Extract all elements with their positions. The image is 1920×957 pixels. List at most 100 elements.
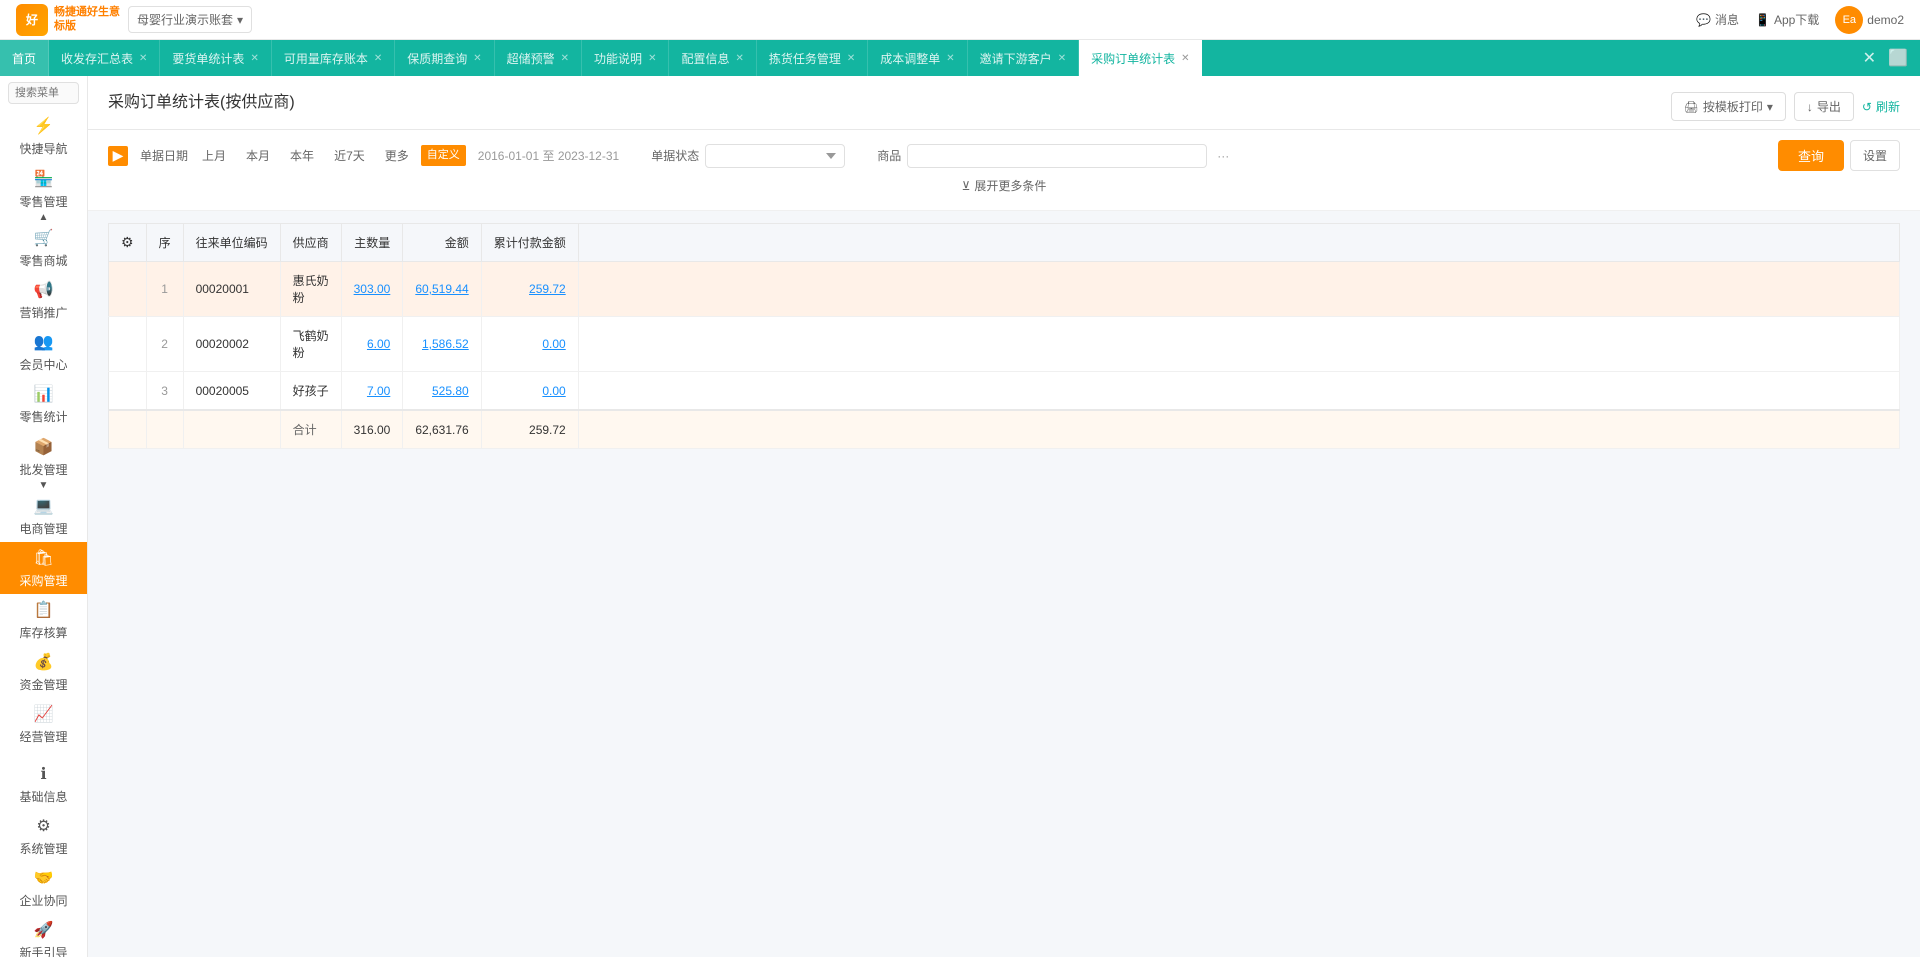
filter-top-row: ▶ 单据日期 上月 本月 本年 近7天 更多 自定义 2016-01-01 至 …	[108, 140, 1900, 171]
logo-icon: 好	[16, 4, 48, 36]
tab-invite-downstream[interactable]: 邀请下游客户 ✕	[968, 40, 1079, 76]
inventory-icon: 📋	[34, 600, 54, 620]
top-bar-right: 💬 消息 📱 App下载 Ea demo2	[1696, 6, 1904, 34]
status-select[interactable]: 全部 待审核 已审核	[705, 144, 845, 168]
tab-function-desc[interactable]: 功能说明 ✕	[582, 40, 669, 76]
close-tab-button[interactable]: ✕	[1859, 46, 1880, 70]
sidebar-item-quick-nav[interactable]: ⚡ 快捷导航	[0, 110, 87, 162]
tab-close-icon[interactable]: ✕	[374, 53, 382, 64]
sidebar-item-operation-mgmt[interactable]: 📈 经营管理	[0, 698, 87, 750]
sidebar-item-finance-mgmt[interactable]: 💰 资金管理	[0, 646, 87, 698]
th-settings: ⚙	[109, 224, 147, 262]
operation-icon: 📈	[34, 704, 54, 724]
sidebar-item-marketing[interactable]: 📢 营销推广	[0, 274, 87, 326]
expand-more-button[interactable]: ⊻ 展开更多条件	[962, 177, 1047, 194]
this-month-shortcut[interactable]: 本月	[238, 145, 278, 166]
tab-home[interactable]: 首页	[0, 40, 49, 76]
th-unit-code: 往来单位编码	[183, 224, 280, 262]
settings-icon[interactable]: ⚙	[121, 234, 134, 250]
row-paid[interactable]: 0.00	[481, 372, 578, 411]
tab-config-info[interactable]: 配置信息 ✕	[669, 40, 756, 76]
sidebar-item-retail-mgmt[interactable]: 🏪 零售管理 ▲	[0, 170, 87, 222]
tab-close-icon[interactable]: ✕	[946, 53, 954, 64]
sidebar-search-area	[0, 76, 87, 110]
main-layout: ⚡ 快捷导航 🏪 零售管理 ▲ 🛒 零售商城 📢 营销推广 👥 会员中心 📊 零…	[0, 76, 1920, 957]
table-row: 1 00020001 惠氏奶粉 303.00 60,519.44 259.72	[109, 262, 1900, 317]
th-qty: 主数量	[341, 224, 403, 262]
tab-close-icon[interactable]: ✕	[735, 53, 743, 64]
row-amount[interactable]: 1,586.52	[403, 317, 481, 372]
query-button[interactable]: 查询	[1778, 140, 1844, 171]
tab-order-stats[interactable]: 要货单统计表 ✕	[160, 40, 271, 76]
tab-label: 采购订单统计表	[1091, 50, 1175, 67]
goods-input[interactable]	[907, 144, 1207, 168]
sidebar-item-basic-info[interactable]: ℹ 基础信息	[0, 758, 87, 810]
tab-overstock[interactable]: 超储预警 ✕	[495, 40, 582, 76]
tab-available-stock[interactable]: 可用量库存账本 ✕	[272, 40, 395, 76]
tab-collect-pay[interactable]: 收发存汇总表 ✕	[49, 40, 160, 76]
expand-row: ⊻ 展开更多条件	[108, 171, 1900, 200]
tab-close-icon[interactable]: ✕	[1181, 53, 1189, 64]
row-amount[interactable]: 525.80	[403, 372, 481, 411]
row-amount[interactable]: 60,519.44	[403, 262, 481, 317]
tab-pick-task[interactable]: 拣货任务管理 ✕	[757, 40, 868, 76]
tab-close-icon[interactable]: ✕	[1058, 53, 1066, 64]
this-year-shortcut[interactable]: 本年	[282, 145, 322, 166]
sidebar-item-member-center[interactable]: 👥 会员中心	[0, 326, 87, 378]
sidebar-item-retail-shop[interactable]: 🛒 零售商城	[0, 222, 87, 274]
row-qty[interactable]: 7.00	[341, 372, 403, 411]
sidebar-item-inventory-check[interactable]: 📋 库存核算	[0, 594, 87, 646]
export-button[interactable]: ↓ 导出	[1794, 92, 1854, 121]
footer-extra	[578, 410, 1899, 449]
tab-close-icon[interactable]: ✕	[250, 53, 258, 64]
logo-area: 好 畅捷通好生意 标版	[16, 4, 120, 36]
sidebar-item-ecommerce-mgmt[interactable]: 💻 电商管理	[0, 490, 87, 542]
settings-button[interactable]: 设置	[1850, 140, 1900, 171]
more-shortcut[interactable]: 更多	[377, 145, 417, 166]
tab-close-icon[interactable]: ✕	[847, 53, 855, 64]
guide-icon: 🚀	[34, 920, 54, 940]
template-print-button[interactable]: 🖨 按模板打印 ▾	[1671, 92, 1786, 121]
tab-label: 邀请下游客户	[980, 50, 1052, 67]
collab-icon: 🤝	[34, 868, 54, 888]
finance-icon: 💰	[34, 652, 54, 672]
last-7-days-shortcut[interactable]: 近7天	[326, 145, 373, 166]
sidebar-item-wholesale-mgmt[interactable]: 📦 批发管理 ▼	[0, 438, 87, 490]
tab-label: 要货单统计表	[172, 50, 244, 67]
sidebar-item-enterprise-collab[interactable]: 🤝 企业协同	[0, 862, 87, 914]
workspace-selector[interactable]: 母婴行业演示账套 ▾	[128, 6, 252, 33]
last-month-shortcut[interactable]: 上月	[194, 145, 234, 166]
more-options-icon[interactable]: ···	[1217, 149, 1229, 163]
app-download-button[interactable]: 📱 App下载	[1755, 11, 1819, 28]
row-unit-code: 00020005	[183, 372, 280, 411]
row-unit-code: 00020001	[183, 262, 280, 317]
tab-validity[interactable]: 保质期查询 ✕	[395, 40, 494, 76]
restore-tab-button[interactable]: ⬜	[1884, 46, 1912, 70]
row-qty[interactable]: 6.00	[341, 317, 403, 372]
tab-label: 超储预警	[507, 50, 555, 67]
status-filter: 单据状态 全部 待审核 已审核	[651, 144, 845, 168]
sidebar-item-system-mgmt[interactable]: ⚙ 系统管理	[0, 810, 87, 862]
tab-cost-adjust[interactable]: 成本调整单 ✕	[868, 40, 967, 76]
table-header: ⚙ 序 往来单位编码 供应商 主数量 金额 累计付款金额	[109, 224, 1900, 262]
row-paid[interactable]: 259.72	[481, 262, 578, 317]
sidebar-item-retail-stats[interactable]: 📊 零售统计	[0, 378, 87, 430]
tab-close-icon[interactable]: ✕	[648, 53, 656, 64]
wholesale-mgmt-icon: 📦	[34, 437, 54, 457]
tab-close-icon[interactable]: ✕	[473, 53, 481, 64]
row-qty[interactable]: 303.00	[341, 262, 403, 317]
tab-label: 成本调整单	[880, 50, 940, 67]
collapse-filter-button[interactable]: ▶	[108, 146, 128, 166]
row-paid[interactable]: 0.00	[481, 317, 578, 372]
user-profile[interactable]: Ea demo2	[1835, 6, 1904, 34]
sidebar-item-purchase-mgmt[interactable]: 🛍 采购管理	[0, 542, 87, 594]
tab-purchase-order-stats[interactable]: 采购订单统计表 ✕	[1079, 40, 1202, 76]
row-gear	[109, 317, 147, 372]
marketing-icon: 📢	[34, 280, 54, 300]
refresh-button[interactable]: ↺ 刷新	[1862, 98, 1900, 115]
sidebar-item-new-guide[interactable]: 🚀 新手引导	[0, 914, 87, 957]
search-input[interactable]	[8, 82, 79, 104]
tab-close-icon[interactable]: ✕	[561, 53, 569, 64]
tab-close-icon[interactable]: ✕	[139, 53, 147, 64]
message-button[interactable]: 💬 消息	[1696, 11, 1739, 28]
